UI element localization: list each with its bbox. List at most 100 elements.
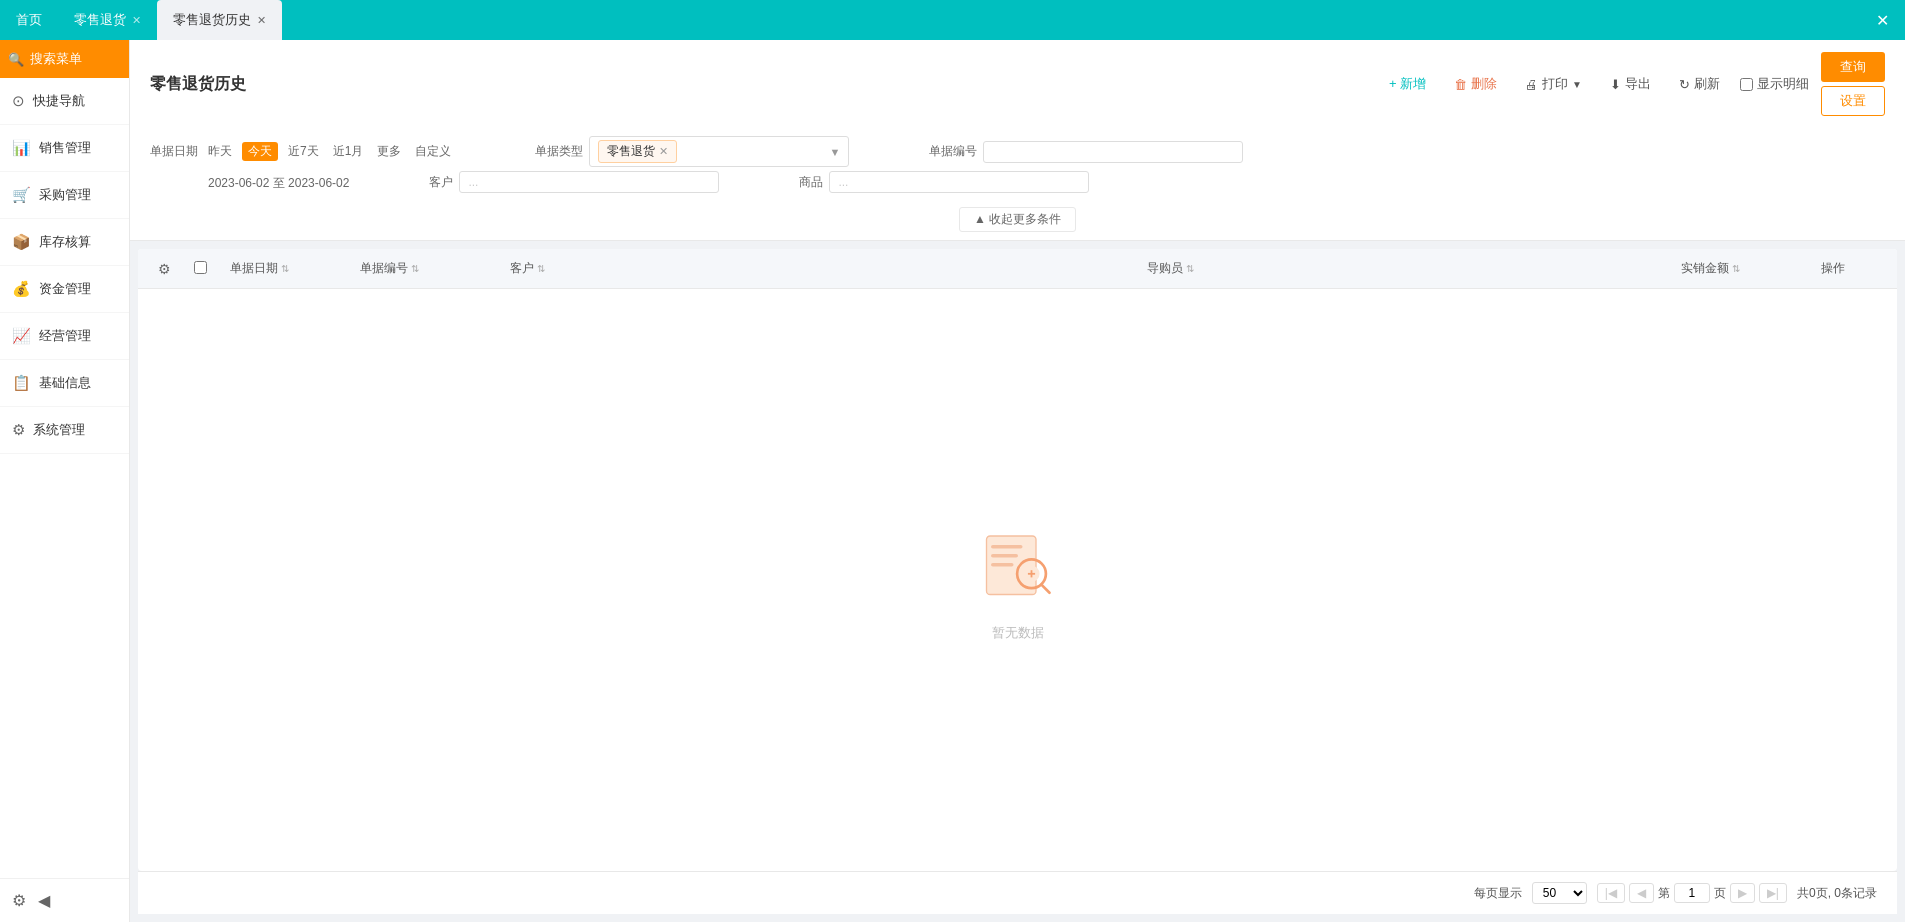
th-num[interactable]: 单据编号 ⇅ — [348, 260, 498, 277]
sidebar-item-label: 库存核算 — [39, 233, 91, 251]
print-label: 打印 — [1542, 75, 1568, 93]
tab-retail-return-history[interactable]: 零售退货历史 ✕ — [157, 0, 282, 40]
sidebar-item-label: 经营管理 — [39, 327, 91, 345]
goods-placeholder: ... — [838, 175, 848, 189]
print-button[interactable]: 🖨 打印 ▼ — [1517, 71, 1590, 97]
tab-home[interactable]: 首页 — [0, 0, 58, 40]
num-input[interactable] — [983, 141, 1243, 163]
last-page-button[interactable]: ▶| — [1759, 883, 1787, 903]
refresh-label: 刷新 — [1694, 75, 1720, 93]
empty-text: 暂无数据 — [992, 624, 1044, 642]
tab-retail-return-history-close[interactable]: ✕ — [257, 14, 266, 27]
window-close-button[interactable]: ✕ — [1860, 11, 1905, 30]
query-button[interactable]: 查询 — [1821, 52, 1885, 82]
page-label: 第 — [1658, 885, 1670, 902]
operations-icon: 📈 — [12, 327, 31, 345]
print-icon: 🖨 — [1525, 77, 1538, 92]
type-select[interactable]: 零售退货 ✕ ▼ — [589, 136, 849, 167]
sidebar-item-quick-nav[interactable]: ⊙ 快捷导航 — [0, 78, 129, 125]
th-date-sort-icon: ⇅ — [281, 263, 289, 274]
export-button[interactable]: ⬇ 导出 — [1602, 71, 1659, 97]
refresh-button[interactable]: ↻ 刷新 — [1671, 71, 1728, 97]
pagination-summary: 共0页, 0条记录 — [1797, 885, 1877, 902]
th-customer-label: 客户 — [510, 260, 534, 277]
next-page-button[interactable]: ▶ — [1730, 883, 1755, 903]
th-action-label: 操作 — [1821, 260, 1845, 277]
page-title-row: 零售退货历史 + 新增 🗑 删除 🖨 打印 ▼ ⬇ 导出 — [150, 52, 1885, 116]
table-settings-icon[interactable]: ⚙ — [146, 261, 182, 277]
prev-page-button[interactable]: ◀ — [1629, 883, 1654, 903]
customer-select[interactable]: ... — [459, 171, 719, 193]
sidebar-item-finance[interactable]: 💰 资金管理 — [0, 266, 129, 313]
date-opt-1month[interactable]: 近1月 — [329, 142, 368, 161]
th-date[interactable]: 单据日期 ⇅ — [218, 260, 348, 277]
settings-button[interactable]: 设置 — [1821, 86, 1885, 116]
date-opt-custom[interactable]: 自定义 — [411, 142, 455, 161]
date-options: 昨天 今天 近7天 近1月 更多 自定义 — [204, 142, 455, 161]
sidebar-item-operations[interactable]: 📈 经营管理 — [0, 313, 129, 360]
display-detail-label: 显示明细 — [1757, 75, 1809, 93]
pagination-bar: 每页显示 10 20 50 100 |◀ ◀ 第 1 页 ▶ ▶| 共0页, 0… — [138, 871, 1897, 914]
th-amount-sort-icon: ⇅ — [1732, 263, 1740, 274]
svg-line-5 — [1041, 585, 1049, 593]
collapse-button[interactable]: ▲ 收起更多条件 — [959, 207, 1076, 232]
th-guide-label: 导购员 — [1147, 260, 1183, 277]
th-guide[interactable]: 导购员 ⇅ — [1135, 260, 1669, 277]
date-opt-yesterday[interactable]: 昨天 — [204, 142, 236, 161]
print-chevron-icon: ▼ — [1572, 79, 1582, 90]
first-page-button[interactable]: |◀ — [1597, 883, 1625, 903]
type-select-chevron: ▼ — [829, 146, 840, 158]
per-page-select[interactable]: 10 20 50 100 — [1532, 882, 1587, 904]
settings-icon[interactable]: ⚙ — [12, 891, 26, 910]
th-customer[interactable]: 客户 ⇅ — [498, 260, 1135, 277]
sidebar-item-inventory[interactable]: 📦 库存核算 — [0, 219, 129, 266]
page-header: 零售退货历史 + 新增 🗑 删除 🖨 打印 ▼ ⬇ 导出 — [130, 40, 1905, 241]
filter-customer: 客户 ... — [429, 171, 719, 193]
sidebar-item-basics[interactable]: 📋 基础信息 — [0, 360, 129, 407]
filter-row-1: 单据日期 昨天 今天 近7天 近1月 更多 自定义 单据类型 — [150, 136, 1885, 167]
sidebar-item-label: 采购管理 — [39, 186, 91, 204]
th-amount[interactable]: 实销金额 ⇅ — [1669, 260, 1809, 277]
svg-rect-1 — [991, 545, 1023, 549]
page-number-input[interactable]: 1 — [1674, 883, 1710, 903]
sidebar-item-sales[interactable]: 📊 销售管理 — [0, 125, 129, 172]
tab-retail-return-close[interactable]: ✕ — [132, 14, 141, 27]
customer-filter-label: 客户 — [429, 174, 453, 191]
pin-icon[interactable]: ◀ — [38, 891, 50, 910]
table-area: ⚙ 单据日期 ⇅ 单据编号 ⇅ 客户 ⇅ 导购员 ⇅ — [138, 249, 1897, 871]
sidebar-item-purchase[interactable]: 🛒 采购管理 — [0, 172, 129, 219]
goods-filter-label: 商品 — [799, 174, 823, 191]
tab-retail-return[interactable]: 零售退货 ✕ — [58, 0, 157, 40]
sidebar-item-system[interactable]: ⚙ 系统管理 — [0, 407, 129, 454]
sidebar: 🔍 搜索菜单 ⊙ 快捷导航 📊 销售管理 🛒 采购管理 📦 库存核算 💰 资金管… — [0, 40, 130, 922]
new-button[interactable]: + 新增 — [1381, 71, 1434, 97]
goods-select[interactable]: ... — [829, 171, 1089, 193]
system-icon: ⚙ — [12, 421, 25, 439]
th-date-label: 单据日期 — [230, 260, 278, 277]
table-header: ⚙ 单据日期 ⇅ 单据编号 ⇅ 客户 ⇅ 导购员 ⇅ — [138, 249, 1897, 289]
search-icon: 🔍 — [8, 52, 24, 67]
delete-button[interactable]: 🗑 删除 — [1446, 71, 1505, 97]
type-tag-remove[interactable]: ✕ — [659, 145, 668, 158]
page-unit: 页 — [1714, 885, 1726, 902]
filter-goods: 商品 ... — [799, 171, 1089, 193]
empty-state: 暂无数据 — [138, 289, 1897, 871]
basics-icon: 📋 — [12, 374, 31, 392]
inventory-icon: 📦 — [12, 233, 31, 251]
svg-rect-2 — [991, 554, 1018, 558]
sidebar-search[interactable]: 🔍 搜索菜单 — [0, 40, 129, 78]
th-amount-label: 实销金额 — [1681, 260, 1729, 277]
date-filter-label: 单据日期 — [150, 143, 198, 160]
date-opt-7days[interactable]: 近7天 — [284, 142, 323, 161]
date-opt-more[interactable]: 更多 — [373, 142, 405, 161]
th-num-sort-icon: ⇅ — [411, 263, 419, 274]
display-detail-toggle[interactable]: 显示明细 — [1740, 75, 1809, 93]
num-filter-label: 单据编号 — [929, 143, 977, 160]
sidebar-item-label: 销售管理 — [39, 139, 91, 157]
table-select-all[interactable] — [182, 261, 218, 277]
display-detail-checkbox[interactable] — [1740, 78, 1753, 91]
filter-date: 单据日期 昨天 今天 近7天 近1月 更多 自定义 — [150, 142, 455, 161]
type-tag-value: 零售退货 — [607, 143, 655, 160]
date-opt-today[interactable]: 今天 — [242, 142, 278, 161]
select-all-checkbox[interactable] — [194, 261, 207, 274]
